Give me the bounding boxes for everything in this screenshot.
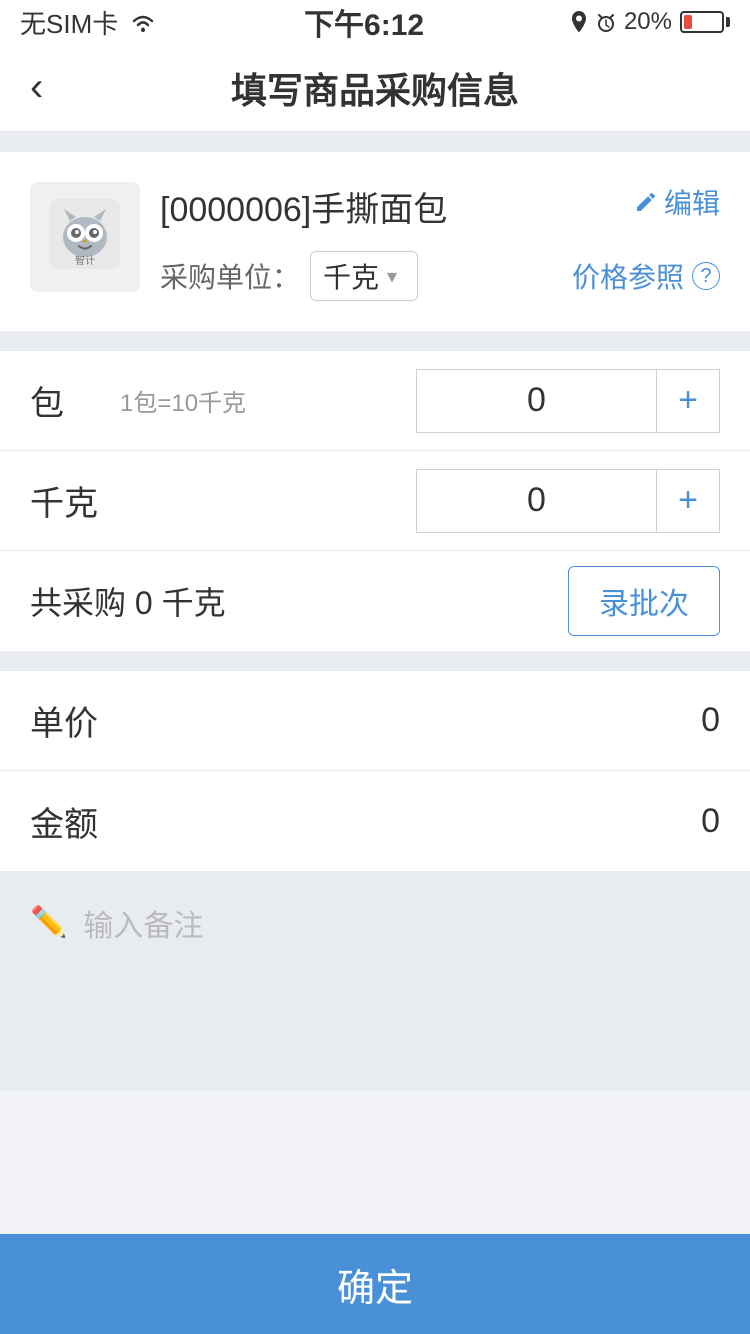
confirm-button[interactable]: 确定 [0, 1234, 750, 1334]
total-row: 共采购 0 千克 录批次 [0, 551, 750, 651]
carrier-label: 无SIM卡 [20, 4, 118, 41]
wifi-icon [128, 11, 158, 33]
amount-value: 0 [701, 802, 720, 841]
status-time: 下午6:12 [304, 0, 424, 44]
nav-bar: ‹ 填写商品采购信息 [0, 44, 750, 132]
unit-value: 千克 [323, 256, 379, 296]
edit-icon [634, 190, 658, 214]
status-left: 无SIM卡 [20, 4, 158, 41]
amount-label: 金额 [30, 797, 98, 846]
unit-select[interactable]: 千克 ▾ [310, 251, 418, 301]
product-info: [0000006]手撕面包 编辑 采购单位： 千克 ▾ 价格参照 ? [160, 182, 720, 301]
unit-price-value: 0 [701, 701, 720, 740]
page-title: 填写商品采购信息 [231, 62, 519, 114]
kg-quantity-control: + [416, 469, 720, 533]
plus-icon: + [678, 381, 698, 420]
bao-quantity-control: + [416, 369, 720, 433]
chevron-down-icon: ▾ [387, 264, 397, 289]
record-batch-button[interactable]: 录批次 [568, 566, 720, 636]
kg-quantity-input[interactable] [416, 469, 656, 533]
product-header: [0000006]手撕面包 编辑 [160, 182, 720, 231]
total-label: 共采购 0 千克 [30, 578, 226, 624]
unit-price-row: 单价 0 [0, 671, 750, 771]
kg-input-row: 千克 + [0, 451, 750, 551]
pencil-icon: ✏️ [30, 905, 67, 940]
price-ref-button[interactable]: 价格参照 ? [572, 256, 720, 296]
bao-sublabel: 1包=10千克 [120, 383, 416, 418]
product-unit-row: 采购单位： 千克 ▾ 价格参照 ? [160, 251, 720, 301]
remark-section[interactable]: ✏️ 输入备注 [0, 871, 750, 991]
help-icon: ? [692, 262, 720, 290]
status-bar: 无SIM卡 下午6:12 20% [0, 0, 750, 44]
battery-percent: 20% [624, 8, 672, 36]
location-icon [570, 11, 588, 33]
price-ref-label: 价格参照 [572, 256, 684, 296]
bao-quantity-input[interactable] [416, 369, 656, 433]
edit-button[interactable]: 编辑 [634, 182, 720, 222]
back-button[interactable]: ‹ [30, 65, 43, 110]
product-logo: 智计 [50, 199, 120, 276]
amount-row: 金额 0 [0, 771, 750, 871]
price-section: 单价 0 金额 0 [0, 671, 750, 871]
input-section: 包 1包=10千克 + 千克 + [0, 351, 750, 551]
alarm-icon [596, 11, 616, 33]
confirm-label: 确定 [337, 1257, 413, 1312]
kg-label: 千克 [30, 476, 110, 525]
bao-label: 包 [30, 376, 110, 425]
bao-plus-button[interactable]: + [656, 369, 720, 433]
bao-input-row: 包 1包=10千克 + [0, 351, 750, 451]
unit-label: 采购单位： [160, 256, 300, 296]
product-image: 智计 [30, 182, 140, 292]
product-name: [0000006]手撕面包 [160, 182, 447, 231]
battery-icon [680, 11, 730, 33]
unit-price-label: 单价 [30, 696, 98, 745]
product-card: 智计 [0000006]手撕面包 编辑 采购单位： 千克 ▾ 价格参照 [0, 152, 750, 331]
section-divider-1 [0, 132, 750, 152]
kg-plus-button[interactable]: + [656, 469, 720, 533]
section-divider-2 [0, 331, 750, 351]
edit-label: 编辑 [664, 182, 720, 222]
bottom-spacer [0, 991, 750, 1091]
svg-text:智计: 智计 [75, 254, 95, 267]
status-right: 20% [570, 8, 730, 36]
remark-placeholder: 输入备注 [83, 901, 203, 945]
plus-icon-2: + [678, 481, 698, 520]
section-divider-3 [0, 651, 750, 671]
